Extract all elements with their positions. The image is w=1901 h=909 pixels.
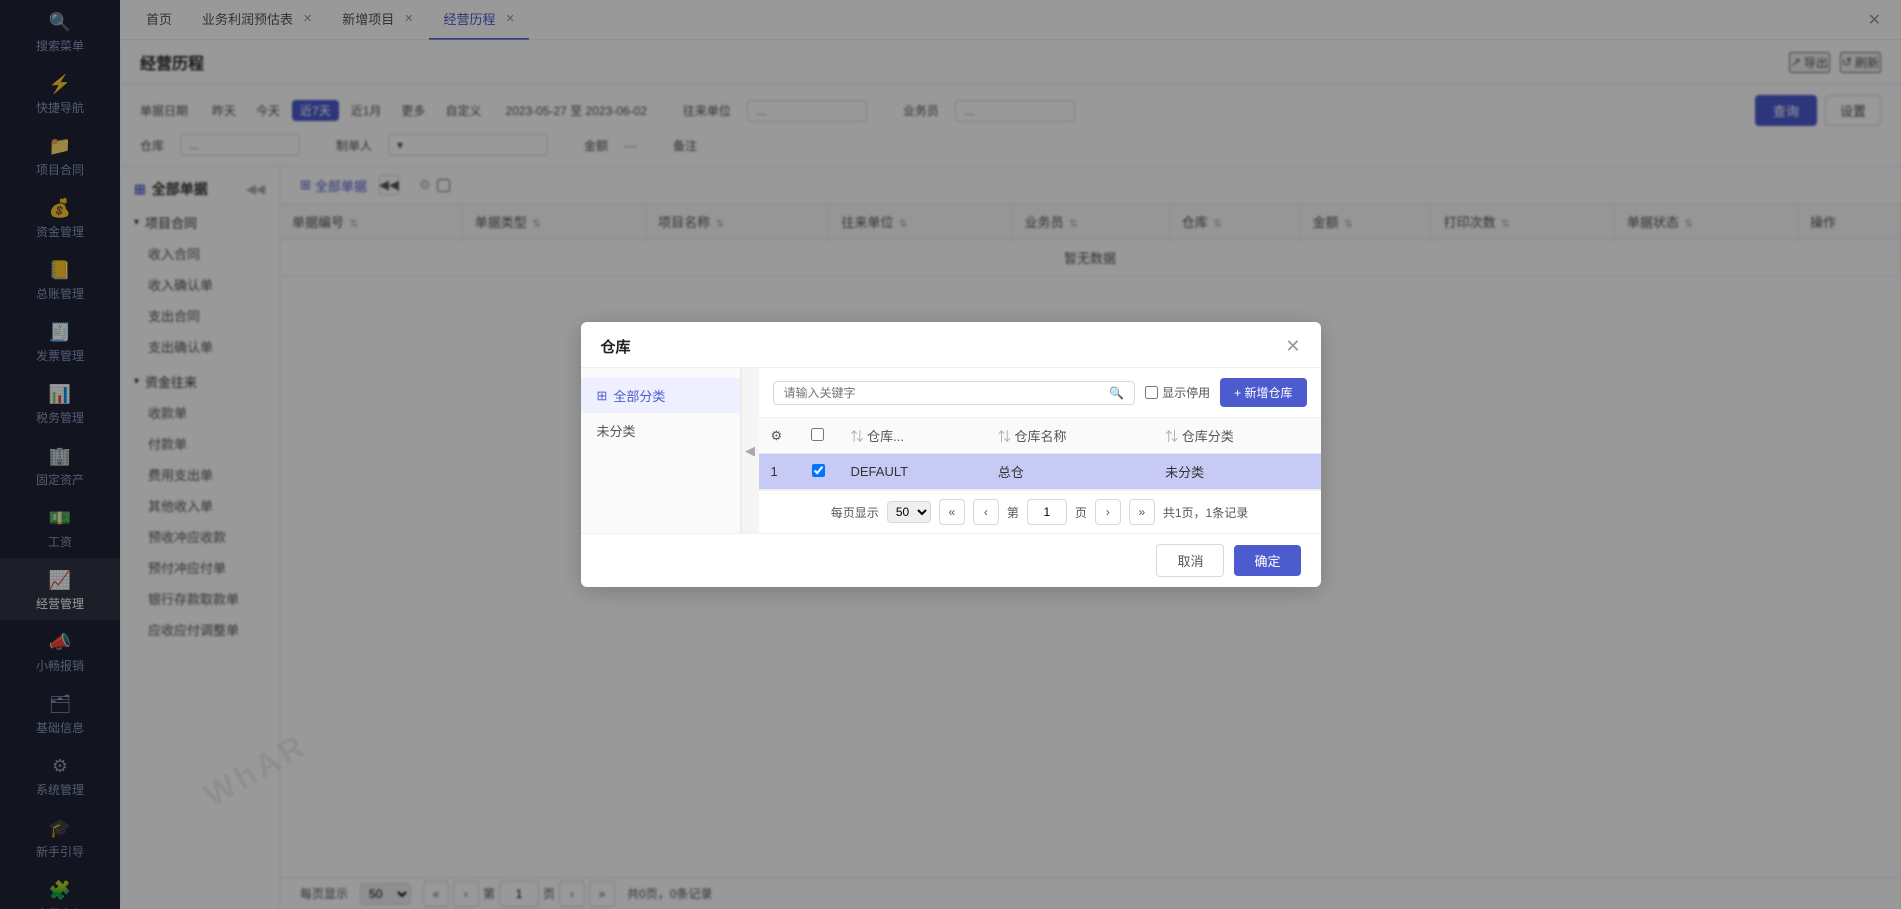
col-warehouse-category: ⇅ 仓库分类: [1153, 418, 1320, 454]
warehouse-dialog: 仓库 ✕ ⊞ 全部分类 未分类 ◀ 🔍: [581, 322, 1321, 587]
dialog-header: 仓库 ✕: [581, 322, 1321, 368]
row-category: 未分类: [1153, 454, 1320, 490]
col-gear: ⚙: [759, 418, 799, 454]
dialog-page-first-button[interactable]: «: [939, 499, 965, 525]
add-warehouse-button[interactable]: + 新增仓库: [1220, 378, 1306, 407]
dialog-title: 仓库: [601, 336, 631, 357]
show-disabled-label[interactable]: 显示停用: [1145, 384, 1210, 401]
dialog-toolbar: 🔍 显示停用 + 新增仓库: [759, 368, 1321, 418]
dialog-page-next-button[interactable]: ›: [1095, 499, 1121, 525]
dialog-collapse-left[interactable]: ◀: [741, 368, 759, 533]
dialog-table-wrap: ⚙ ⇅ 仓库... ⇅: [759, 418, 1321, 490]
sort-icon-name: ⇅: [998, 429, 1011, 444]
col-warehouse-name: ⇅ 仓库名称: [986, 418, 1153, 454]
cancel-button[interactable]: 取消: [1156, 544, 1224, 577]
dialog-body: ⊞ 全部分类 未分类 ◀ 🔍 显示停用: [581, 368, 1321, 533]
confirm-button[interactable]: 确定: [1234, 545, 1300, 576]
sort-icon-cat: ⇅: [1165, 429, 1178, 444]
row-name: 总仓: [986, 454, 1153, 490]
col-warehouse-code: ⇅ 仓库...: [839, 418, 986, 454]
dialog-per-page-select[interactable]: 50: [887, 501, 931, 523]
col-gear-icon: ⚙: [771, 428, 783, 443]
dialog-pagination: 每页显示 50 « ‹ 第 页 › » 共1页，1条记录: [759, 490, 1321, 533]
row-checkbox[interactable]: [812, 464, 825, 477]
dialog-select-all-checkbox[interactable]: [811, 428, 824, 441]
show-disabled-text: 显示停用: [1162, 384, 1210, 401]
search-icon: 🔍: [1109, 386, 1124, 400]
dialog-page-info: 共1页，1条记录: [1163, 504, 1248, 521]
dialog-search-box: 🔍: [773, 381, 1136, 405]
show-disabled-checkbox[interactable]: [1145, 386, 1158, 399]
dialog-right-panel: 🔍 显示停用 + 新增仓库 ⚙: [759, 368, 1321, 533]
col-select-all: [799, 418, 839, 454]
dialog-close-icon[interactable]: ✕: [1285, 336, 1300, 357]
sort-icon-code: ⇅: [851, 429, 864, 444]
dialog-overlay: 仓库 ✕ ⊞ 全部分类 未分类 ◀ 🔍: [0, 0, 1901, 909]
dialog-page-prev-button[interactable]: ‹: [973, 499, 999, 525]
dialog-search-input[interactable]: [784, 386, 1104, 400]
dialog-page-last-button[interactable]: »: [1129, 499, 1155, 525]
row-code: DEFAULT: [839, 454, 986, 490]
grid-icon-2: ⊞: [597, 388, 608, 404]
dialog-category-panel: ⊞ 全部分类 未分类: [581, 368, 741, 533]
dialog-page-text-2: 页: [1075, 504, 1087, 521]
row-index: 1: [759, 454, 799, 490]
dialog-per-page-label: 每页显示: [831, 504, 879, 521]
dialog-page-text: 第: [1007, 504, 1019, 521]
dialog-page-input[interactable]: [1027, 499, 1067, 525]
category-unclassified[interactable]: 未分类: [581, 413, 740, 448]
row-checkbox-cell: [799, 454, 839, 490]
dialog-table: ⚙ ⇅ 仓库... ⇅: [759, 418, 1321, 490]
category-all-label: 全部分类: [613, 386, 665, 405]
category-all[interactable]: ⊞ 全部分类: [581, 378, 740, 413]
dialog-footer-buttons: 取消 确定: [581, 533, 1321, 587]
dialog-table-row[interactable]: 1 DEFAULT 总仓 未分类: [759, 454, 1321, 490]
